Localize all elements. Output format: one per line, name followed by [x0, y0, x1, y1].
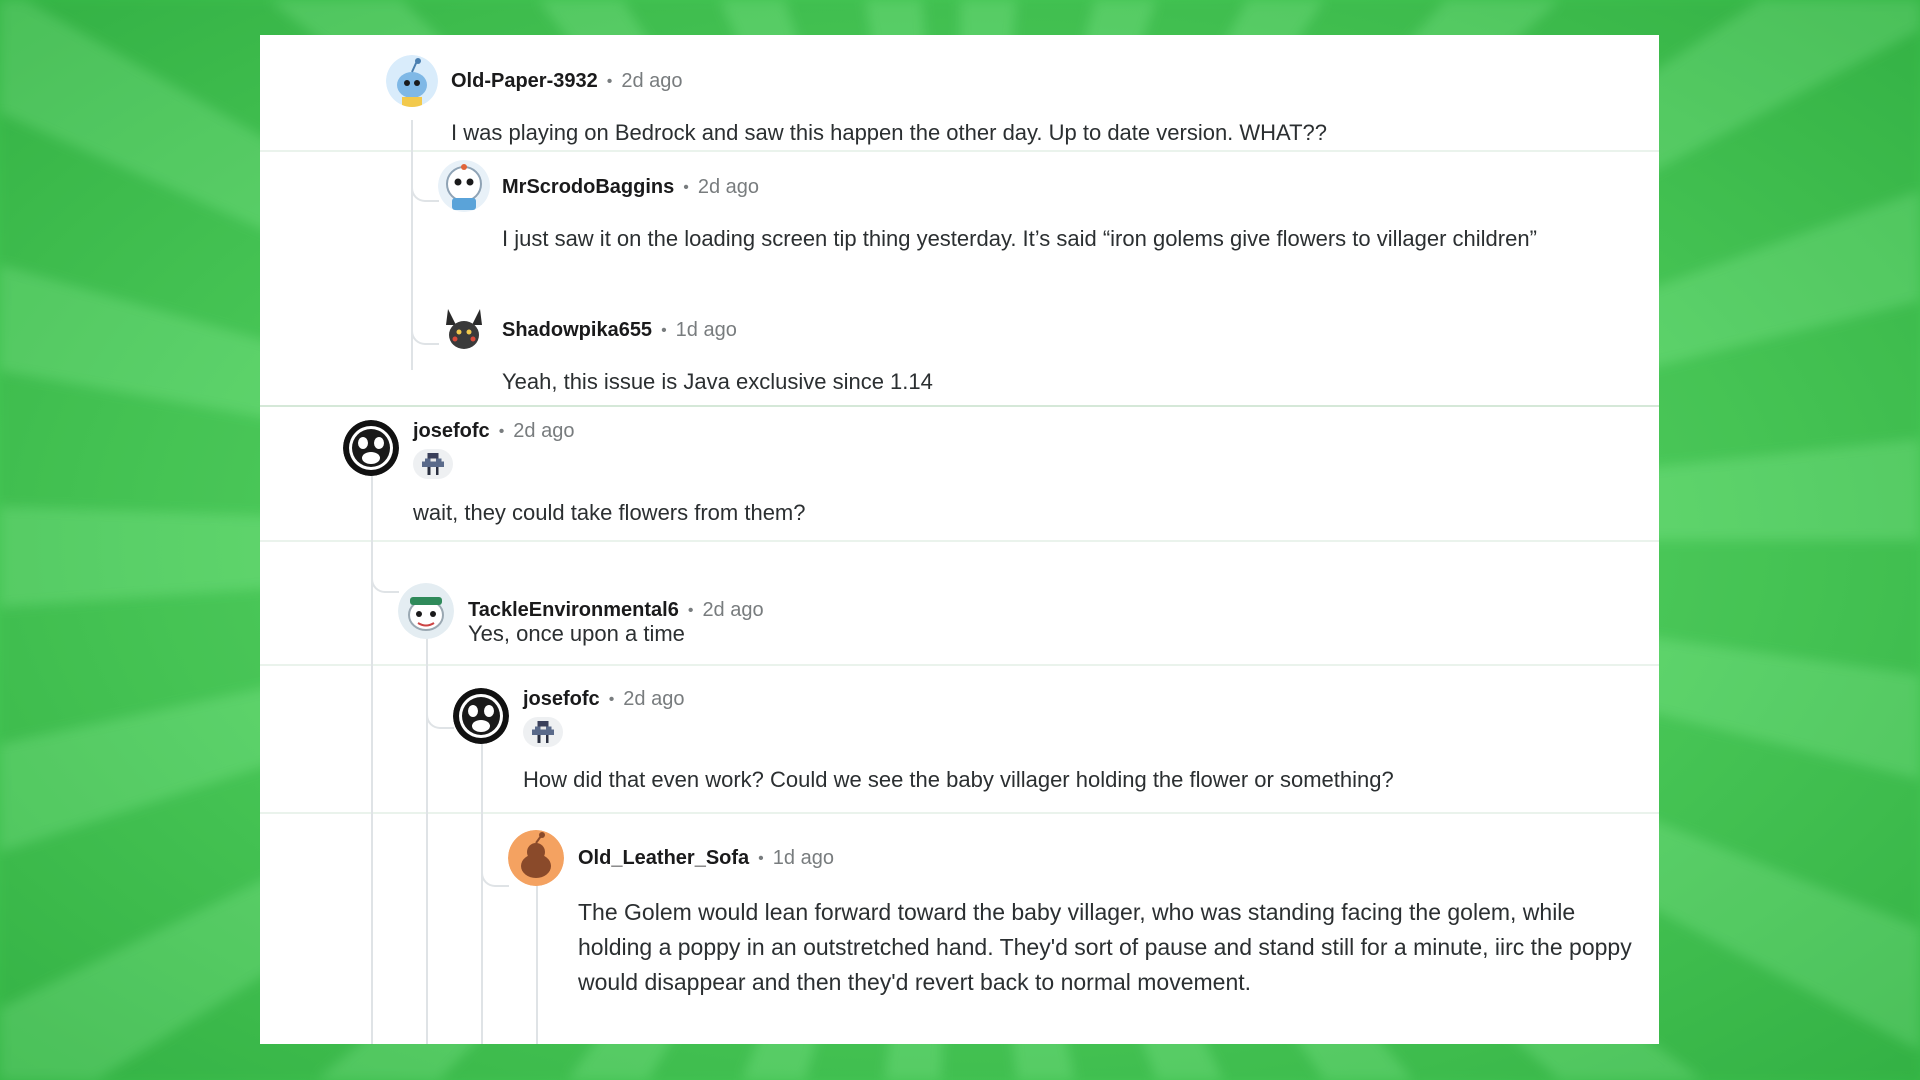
username-link[interactable]: Old-Paper-3932	[451, 70, 598, 93]
meta-separator: •	[606, 72, 613, 90]
timestamp[interactable]: 1d ago	[676, 319, 737, 342]
screaming-face-avatar-icon[interactable]	[453, 688, 509, 744]
comment-meta: MrScrodoBaggins • 2d ago	[502, 176, 759, 199]
thread-line	[536, 860, 538, 1044]
comment-meta: Old_Leather_Sofa • 1d ago	[578, 847, 834, 870]
row-divider	[260, 405, 1659, 407]
default-snoo-orange-avatar-icon[interactable]	[508, 830, 564, 886]
comment-body: How did that even work? Could we see the…	[523, 767, 1394, 792]
username-link[interactable]: Shadowpika655	[502, 319, 652, 342]
snoo-blue-avatar-icon[interactable]	[386, 55, 438, 107]
row-divider	[260, 812, 1659, 814]
comment-meta: Old-Paper-3932 • 2d ago	[451, 70, 683, 93]
comment-body: Yes, once upon a time	[468, 621, 685, 646]
comment-body: I just saw it on the loading screen tip …	[502, 226, 1537, 251]
meta-separator: •	[687, 601, 694, 619]
timestamp[interactable]: 2d ago	[621, 70, 682, 93]
comment-body: Yeah, this issue is Java exclusive since…	[502, 369, 933, 394]
row-divider	[260, 664, 1659, 666]
username-link[interactable]: Old_Leather_Sofa	[578, 847, 749, 870]
thread-line	[426, 620, 428, 1044]
timestamp[interactable]: 1d ago	[773, 847, 834, 870]
thread-elbow	[411, 317, 439, 345]
thread-line	[481, 740, 483, 1044]
meta-separator: •	[758, 849, 764, 867]
meta-separator: •	[498, 422, 505, 440]
comment-body: wait, they could take flowers from them?	[413, 500, 806, 525]
timestamp[interactable]: 2d ago	[623, 688, 684, 711]
thread-elbow	[371, 565, 399, 593]
snoo-pirate-avatar-icon[interactable]	[398, 583, 454, 639]
thread-elbow	[426, 701, 454, 729]
comment-thread-panel: Old-Paper-3932 • 2d ago I was playing on…	[260, 35, 1659, 1044]
pixel-character-flair-icon	[413, 449, 453, 479]
thread-elbow	[481, 859, 509, 887]
timestamp[interactable]: 2d ago	[698, 176, 759, 199]
meta-separator: •	[608, 690, 615, 708]
thread-line	[371, 475, 373, 1044]
snoo-astronaut-avatar-icon[interactable]	[438, 160, 490, 212]
username-link[interactable]: MrScrodoBaggins	[502, 176, 674, 199]
comment-meta: josefofc • 2d ago	[413, 420, 574, 443]
timestamp[interactable]: 2d ago	[513, 420, 574, 443]
dark-pikachu-avatar-icon[interactable]	[438, 303, 490, 355]
comment-body: The Golem would lean forward toward the …	[578, 899, 1632, 995]
screaming-face-avatar-icon[interactable]	[343, 420, 399, 476]
meta-separator: •	[683, 178, 689, 196]
comment-meta: josefofc • 2d ago	[523, 688, 684, 711]
row-divider	[260, 150, 1659, 152]
username-link[interactable]: josefofc	[523, 688, 600, 711]
meta-separator: •	[661, 321, 667, 339]
comment-body: I was playing on Bedrock and saw this ha…	[451, 120, 1328, 145]
username-link[interactable]: josefofc	[413, 420, 490, 443]
comment-meta: Shadowpika655 • 1d ago	[502, 319, 737, 342]
row-divider	[260, 540, 1659, 542]
thread-elbow	[411, 174, 439, 202]
pixel-character-flair-icon	[523, 717, 563, 747]
